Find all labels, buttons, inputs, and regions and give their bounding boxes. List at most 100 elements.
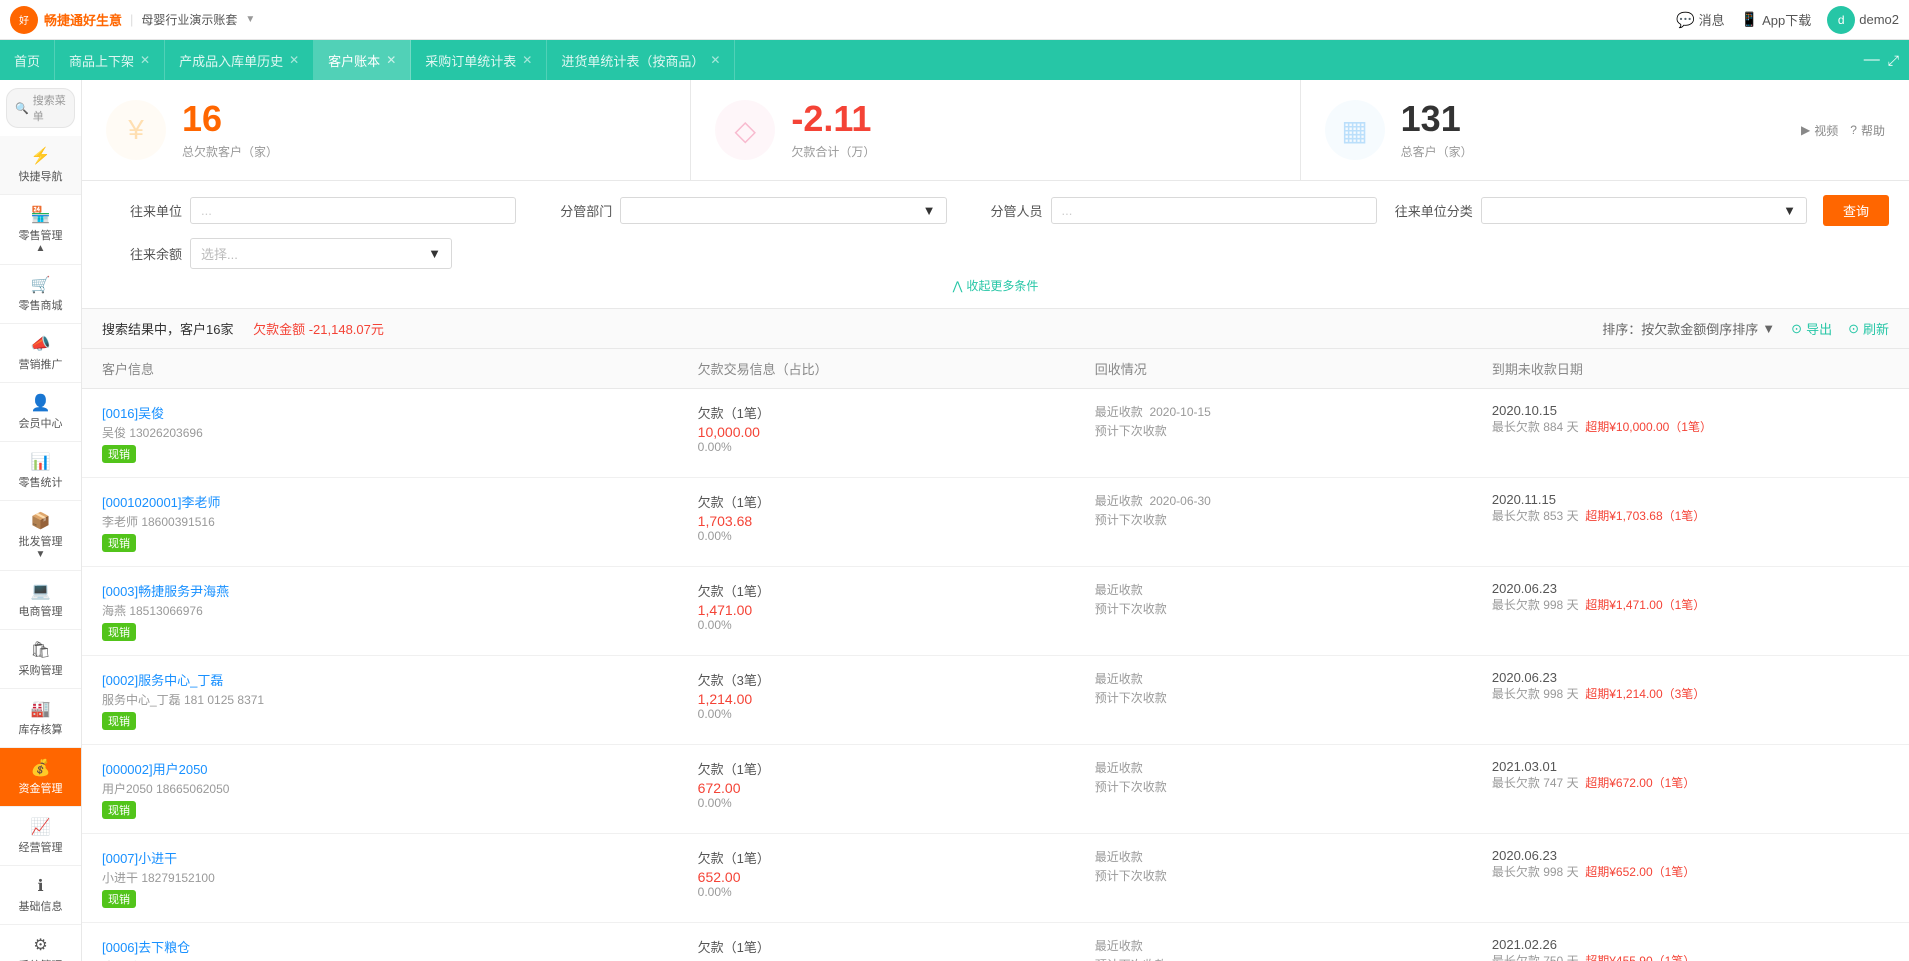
stat-right-actions: ▶ 视频 ? 帮助 bbox=[1801, 122, 1885, 139]
company-arrow[interactable]: ▼ bbox=[245, 14, 255, 25]
operations-icon: 📈 bbox=[6, 817, 75, 837]
sidebar-item-purchase-mgmt[interactable]: 🛍 采购管理 bbox=[0, 630, 81, 689]
tab-production-history[interactable]: 产成品入库单历史 ✕ bbox=[165, 40, 314, 80]
sidebar-item-system-label: 系统管理 bbox=[6, 957, 75, 961]
finance-icon: 💰 bbox=[6, 758, 75, 778]
top-bar: 好 畅捷通好生意 | 母婴行业演示账套 ▼ 💬 消息 📱 App下载 d dem… bbox=[0, 0, 1909, 40]
app-download-btn[interactable]: 📱 App下载 bbox=[1741, 10, 1812, 29]
sidebar-item-retail-stats-label: 零售统计 bbox=[6, 474, 75, 490]
customer-name-4[interactable]: [000002]用户2050 bbox=[102, 759, 698, 778]
sidebar-item-ecommerce[interactable]: 💻 电商管理 bbox=[0, 571, 81, 630]
tab-incoming-summary[interactable]: 进货单统计表（按商品） ✕ bbox=[547, 40, 735, 80]
stat-card-total-debt-info: -2.11 欠款合计（万） bbox=[791, 101, 875, 160]
sidebar-item-inventory[interactable]: 🏭 库存核算 bbox=[0, 689, 81, 748]
recovery-next-3: 预计下次收款 bbox=[1095, 689, 1492, 706]
collapse-btn[interactable]: ⋀ 收起更多条件 bbox=[953, 277, 1039, 294]
collapse-icon: ⋀ bbox=[953, 279, 963, 293]
tab-customer-account[interactable]: 客户账本 ✕ bbox=[314, 40, 411, 80]
search-icon: 🔍 bbox=[15, 102, 29, 115]
tab-customer-account-label: 客户账本 bbox=[328, 51, 380, 70]
tab-home[interactable]: 首页 bbox=[0, 40, 55, 80]
help-btn[interactable]: ? 帮助 bbox=[1850, 122, 1885, 139]
tab-products-off[interactable]: 商品上下架 ✕ bbox=[55, 40, 165, 80]
sidebar-item-marketing[interactable]: 📣 营销推广 bbox=[0, 324, 81, 383]
unit-type-arrow: ▼ bbox=[1783, 203, 1796, 218]
manager-input[interactable]: ... bbox=[1051, 197, 1377, 224]
debt-cell-4: 欠款（1笔） 672.00 0.00% bbox=[698, 759, 1095, 810]
stat-icon-debt-customers: ¥ bbox=[106, 100, 166, 160]
filter-from-unit-label: 往来单位 bbox=[102, 201, 182, 220]
sidebar-item-batch-mgmt[interactable]: 📦 批发管理 ▼ bbox=[0, 501, 81, 571]
customer-name-5[interactable]: [0007]小进干 bbox=[102, 848, 698, 867]
col-header-recovery: 回收情况 bbox=[1095, 359, 1492, 378]
system-icon: ⚙ bbox=[6, 935, 75, 955]
sidebar-item-finance[interactable]: 💰 资金管理 bbox=[0, 748, 81, 807]
sidebar-item-operations[interactable]: 📈 经营管理 bbox=[0, 807, 81, 866]
stat-card-debt-customers: ¥ 16 总欠款客户（家） bbox=[82, 80, 691, 180]
customer-name-6[interactable]: [0006]去下粮仓 bbox=[102, 937, 698, 956]
sidebar-item-quick-nav[interactable]: ⚡ 快捷导航 bbox=[0, 136, 81, 195]
view-label: 视频 bbox=[1814, 122, 1838, 139]
from-unit-input[interactable]: ... bbox=[190, 197, 516, 224]
sidebar-item-retail-mgmt-label: 零售管理 bbox=[6, 227, 75, 243]
message-btn[interactable]: 💬 消息 bbox=[1676, 10, 1725, 29]
due-date-5: 2020.06.23 bbox=[1492, 848, 1889, 863]
refresh-btn[interactable]: ⊙ 刷新 bbox=[1848, 319, 1889, 338]
manager-dots: ... bbox=[1062, 203, 1073, 218]
recovery-label-2: 最近收款 bbox=[1095, 581, 1492, 598]
recovery-label-4: 最近收款 bbox=[1095, 759, 1492, 776]
company-name[interactable]: 母婴行业演示账套 bbox=[141, 11, 237, 28]
balance-select[interactable]: 选择... ▼ bbox=[190, 238, 452, 269]
stat-card-total-debt: ◇ -2.11 欠款合计（万） bbox=[691, 80, 1300, 180]
customer-sub-2: 海燕 18513066976 bbox=[102, 602, 698, 619]
customer-name-1[interactable]: [0001020001]李老师 bbox=[102, 492, 698, 511]
view-btn[interactable]: ▶ 视频 bbox=[1801, 122, 1838, 139]
collapse-row: ⋀ 收起更多条件 bbox=[102, 277, 1889, 294]
customer-name-2[interactable]: [0003]畅捷服务尹海燕 bbox=[102, 581, 698, 600]
customer-name-3[interactable]: [0002]服务中心_丁磊 bbox=[102, 670, 698, 689]
sidebar-item-retail-stats[interactable]: 📊 零售统计 bbox=[0, 442, 81, 501]
export-btn[interactable]: ⊙ 导出 bbox=[1791, 319, 1832, 338]
mobile-icon: 📱 bbox=[1741, 11, 1758, 28]
sidebar-item-system-mgmt[interactable]: ⚙ 系统管理 bbox=[0, 925, 81, 961]
sidebar-item-retail-mgmt[interactable]: 🏪 零售管理 ▲ bbox=[0, 195, 81, 265]
sidebar-item-member-label: 会员中心 bbox=[6, 415, 75, 431]
sidebar: 🔍 搜索菜单 ⚡ 快捷导航 🏪 零售管理 ▲ 🛒 零售商城 📣 营销推广 👤 会… bbox=[0, 80, 82, 961]
customer-cell-2: [0003]畅捷服务尹海燕 海燕 18513066976 现销 bbox=[102, 581, 698, 641]
stat-icon-total-customers: ▦ bbox=[1325, 100, 1385, 160]
due-date-1: 2020.11.15 bbox=[1492, 492, 1889, 507]
tab-purchase-order-close[interactable]: ✕ bbox=[522, 53, 532, 67]
col-header-debt: 欠款交易信息（占比） bbox=[698, 359, 1095, 378]
tab-purchase-order[interactable]: 采购订单统计表 ✕ bbox=[411, 40, 547, 80]
retail-mall-icon: 🛒 bbox=[6, 275, 75, 295]
recovery-cell-1: 最近收款 2020-06-30 预计下次收款 bbox=[1095, 492, 1492, 528]
tab-products-off-close[interactable]: ✕ bbox=[140, 53, 150, 67]
debt-pct-2: 0.00% bbox=[698, 618, 1095, 632]
tab-incoming-summary-close[interactable]: ✕ bbox=[710, 53, 720, 67]
sidebar-item-retail-mall[interactable]: 🛒 零售商城 bbox=[0, 265, 81, 324]
sidebar-item-member-center[interactable]: 👤 会员中心 bbox=[0, 383, 81, 442]
tab-production-history-close[interactable]: ✕ bbox=[289, 53, 299, 67]
customer-name-0[interactable]: [0016]吴俊 bbox=[102, 403, 698, 422]
filter-row-1: 往来单位 ... 分管部门 ▼ 分管人员 ... bbox=[102, 195, 1889, 226]
tab-minimize-icon[interactable]: — bbox=[1864, 51, 1880, 69]
sidebar-item-quick-nav-label: 快捷导航 bbox=[6, 168, 75, 184]
customer-cell-3: [0002]服务中心_丁磊 服务中心_丁磊 181 0125 8371 现销 bbox=[102, 670, 698, 730]
stat-label-total-customers: 总客户（家） bbox=[1401, 143, 1473, 160]
overdue-days-5: 最长欠款 998 天 超期¥652.00（1笔） bbox=[1492, 863, 1889, 880]
customer-sub-3: 服务中心_丁磊 181 0125 8371 bbox=[102, 691, 698, 708]
sort-selector[interactable]: 排序：按欠款金额倒序排序 ▼ bbox=[1602, 319, 1775, 338]
sidebar-search-box[interactable]: 🔍 搜索菜单 bbox=[6, 88, 75, 128]
customer-cell-4: [000002]用户2050 用户2050 18665062050 现销 bbox=[102, 759, 698, 819]
sidebar-item-basic-info[interactable]: ℹ 基础信息 bbox=[0, 866, 81, 925]
tab-expand-icon[interactable]: ⤢ bbox=[1888, 52, 1899, 69]
sidebar-item-inventory-label: 库存核算 bbox=[6, 721, 75, 737]
overdue-days-4: 最长欠款 747 天 超期¥672.00（1笔） bbox=[1492, 774, 1889, 791]
query-button[interactable]: 查询 bbox=[1823, 195, 1889, 226]
customer-cell-6: [0006]去下粮仓 陈小希 现销 bbox=[102, 937, 698, 961]
tab-customer-account-close[interactable]: ✕ bbox=[386, 53, 396, 67]
user-profile[interactable]: d demo2 bbox=[1827, 6, 1899, 34]
filter-unit-type: 往来单位分类 ▼ bbox=[1393, 197, 1807, 224]
dept-select[interactable]: ▼ bbox=[620, 197, 946, 224]
unit-type-select[interactable]: ▼ bbox=[1481, 197, 1807, 224]
